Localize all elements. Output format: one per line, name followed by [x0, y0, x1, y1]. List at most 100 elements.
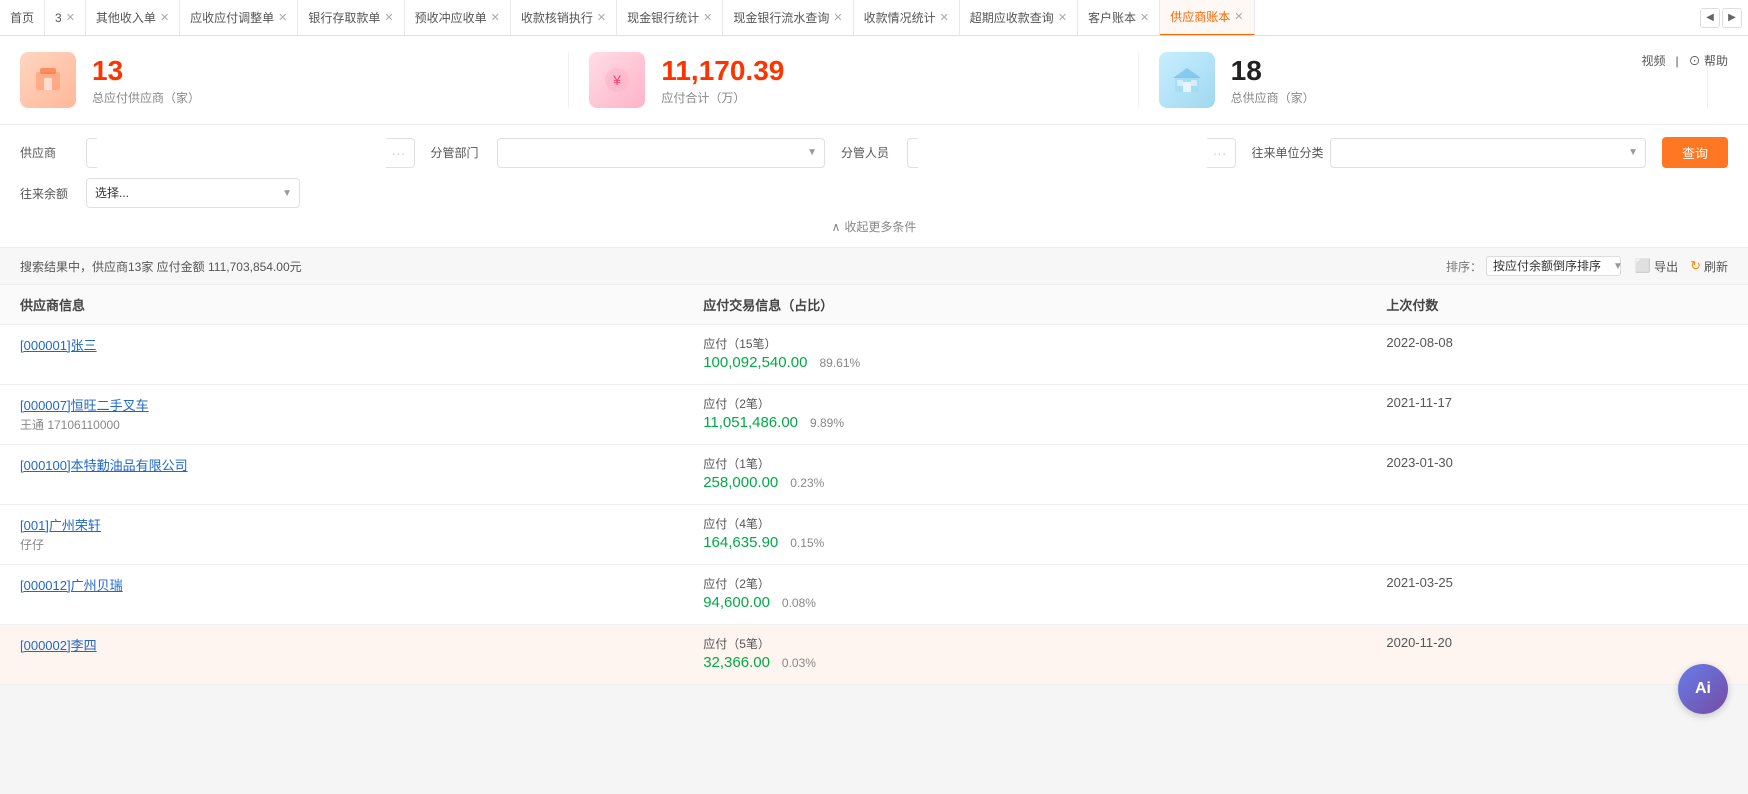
- supplier-name-cell: [000002]李四: [20, 635, 703, 654]
- nav-tab-customer[interactable]: 客户账本 ✕: [1078, 0, 1160, 36]
- collapse-up-icon: ∧: [832, 220, 841, 234]
- video-link[interactable]: 视频: [1642, 52, 1666, 69]
- tx-row: 94,600.00 0.08%: [703, 592, 1386, 611]
- nav-next-arrow[interactable]: ▶: [1722, 8, 1742, 28]
- table-row: [000007]恒旺二手叉车 王通 17106110000 应付（2笔） 11,…: [0, 385, 1748, 445]
- store-icon: [1159, 52, 1215, 108]
- last-pay-cell: 2020-11-20: [1386, 635, 1728, 650]
- help-link[interactable]: ⊙ 帮助: [1689, 52, 1728, 69]
- nav-tab-bank[interactable]: 银行存取款单 ✕: [298, 0, 404, 36]
- filter-row-2: 往来余额 选择... ▼: [20, 178, 1728, 208]
- last-pay-cell: 2021-03-25: [1386, 575, 1728, 590]
- nav-prev-arrow[interactable]: ◀: [1700, 8, 1720, 28]
- table-row: [000001]张三 应付（15笔） 100,092,540.00 89.61%…: [0, 325, 1748, 385]
- nav-tab-label: 现金银行流水查询: [733, 9, 829, 26]
- ai-assistant-button[interactable]: Ai: [1678, 664, 1728, 714]
- nav-tab-label: 其他收入单: [96, 9, 156, 26]
- close-icon[interactable]: ✕: [491, 11, 500, 24]
- supplier-name-cell: [000100]本特勤油品有限公司: [20, 455, 703, 474]
- supplier-input[interactable]: [95, 138, 388, 168]
- tx-percent: 0.03%: [782, 656, 816, 670]
- close-icon[interactable]: ✕: [160, 11, 169, 24]
- nav-tab-label: 首页: [10, 9, 34, 26]
- tx-amount: 11,051,486.00: [703, 414, 798, 431]
- summary-info-suppliers: 13 总应付供应商（家）: [92, 55, 200, 106]
- header-last-pay: 上次付数: [1386, 295, 1728, 314]
- header-tx-info: 应付交易信息（占比）: [703, 295, 1386, 314]
- supplier-link[interactable]: [001]广州荣轩: [20, 518, 101, 533]
- header-supplier-info: 供应商信息: [20, 295, 703, 314]
- nav-tab-cash-bank[interactable]: 现金银行统计 ✕: [617, 0, 723, 36]
- supplier-name-cell: [000012]广州贝瑞: [20, 575, 703, 594]
- supplier-dots-icon[interactable]: ···: [392, 145, 406, 161]
- nav-tab-label: 预收冲应收单: [415, 9, 487, 26]
- nav-tab-home[interactable]: 首页: [0, 0, 45, 36]
- tx-amount: 258,000.00: [703, 474, 778, 491]
- total-suppliers-label: 总供应商（家）: [1231, 89, 1315, 106]
- close-icon[interactable]: ✕: [384, 11, 393, 24]
- nav-tab-label: 银行存取款单: [308, 9, 380, 26]
- supplier-link[interactable]: [000007]恒旺二手叉车: [20, 398, 149, 413]
- dept-filter-label: 分管部门: [431, 144, 491, 161]
- close-icon[interactable]: ✕: [833, 11, 842, 24]
- results-actions: 排序： 按应付余额倒序排序 ▼ ⬜ 导出 ↻ 刷新: [1446, 256, 1728, 276]
- table-row: [000012]广州贝瑞 应付（2笔） 94,600.00 0.08% 2021…: [0, 565, 1748, 625]
- close-icon[interactable]: ✕: [1058, 11, 1067, 24]
- manager-input[interactable]: [916, 138, 1209, 168]
- manager-dots-icon[interactable]: ···: [1213, 145, 1227, 161]
- tx-row: 32,366.00 0.03%: [703, 652, 1386, 671]
- supplier-link[interactable]: [000001]张三: [20, 338, 97, 353]
- supplier-input-wrap: ···: [86, 138, 415, 168]
- manager-input-wrap: ···: [907, 138, 1236, 168]
- supplier-table: 供应商信息 应付交易信息（占比） 上次付数 [000001]张三 应付（15笔）…: [0, 285, 1748, 685]
- svg-text:¥: ¥: [612, 72, 621, 88]
- sort-label: 排序：: [1446, 258, 1482, 275]
- amount-icon: ¥: [589, 52, 645, 108]
- manager-filter-label: 分管人员: [841, 144, 901, 161]
- supplier-link[interactable]: [000100]本特勤油品有限公司: [20, 458, 188, 473]
- unit-type-select-wrap: ▼: [1330, 138, 1646, 168]
- help-icon: ⊙: [1689, 54, 1704, 68]
- supplier-name-cell: [000007]恒旺二手叉车 王通 17106110000: [20, 395, 703, 433]
- nav-arrows: ◀ ▶: [1694, 8, 1748, 28]
- close-icon[interactable]: ✕: [1140, 11, 1149, 24]
- dept-select[interactable]: [497, 138, 826, 168]
- nav-tab-receipt-stat[interactable]: 收款情况统计 ✕: [854, 0, 960, 36]
- nav-tab-3[interactable]: 3 ✕: [45, 0, 86, 36]
- collapse-button[interactable]: ∧ 收起更多条件: [20, 218, 1728, 235]
- nav-tab-ar-ap[interactable]: 应收应付调整单 ✕: [180, 0, 298, 36]
- table-row: [000002]李四 应付（5笔） 32,366.00 0.03% 2020-1…: [0, 625, 1748, 685]
- balance-select-wrap: 选择... ▼: [86, 178, 300, 208]
- sort-select[interactable]: 按应付余额倒序排序: [1486, 256, 1621, 276]
- search-button[interactable]: 查询: [1662, 137, 1728, 168]
- supplier-link[interactable]: [000012]广州贝瑞: [20, 578, 123, 593]
- supplier-link[interactable]: [000002]李四: [20, 638, 97, 653]
- total-suppliers-number: 18: [1231, 55, 1315, 87]
- balance-select[interactable]: 选择...: [86, 178, 300, 208]
- nav-tab-overdue[interactable]: 超期应收款查询 ✕: [960, 0, 1078, 36]
- close-icon[interactable]: ✕: [940, 11, 949, 24]
- nav-tab-label: 客户账本: [1088, 9, 1136, 26]
- close-icon[interactable]: ✕: [278, 11, 287, 24]
- nav-tab-cash-flow[interactable]: 现金银行流水查询 ✕: [723, 0, 853, 36]
- close-icon[interactable]: ✕: [597, 11, 606, 24]
- tx-percent: 0.08%: [782, 596, 816, 610]
- close-icon[interactable]: ✕: [66, 11, 75, 24]
- tx-amount: 164,635.90: [703, 534, 778, 551]
- nav-tab-receipt[interactable]: 收款核销执行 ✕: [511, 0, 617, 36]
- close-icon[interactable]: ✕: [1234, 10, 1243, 23]
- nav-tab-label: 应收应付调整单: [190, 9, 274, 26]
- close-icon[interactable]: ✕: [703, 11, 712, 24]
- export-button[interactable]: ⬜ 导出: [1635, 258, 1678, 275]
- supplier-sub-info: 王通 17106110000: [20, 416, 703, 433]
- supplier-name-cell: [001]广州荣轩 仔仔: [20, 515, 703, 553]
- filter-unit-type: 往来单位分类 ▼: [1252, 138, 1647, 168]
- top-navigation: 首页 3 ✕ 其他收入单 ✕ 应收应付调整单 ✕ 银行存取款单 ✕ 预收冲应收单…: [0, 0, 1748, 36]
- supplier-name-cell: [000001]张三: [20, 335, 703, 354]
- refresh-button[interactable]: ↻ 刷新: [1690, 258, 1728, 275]
- nav-tab-supplier-ledger[interactable]: 供应商账本 ✕: [1160, 0, 1254, 36]
- nav-tab-other-income[interactable]: 其他收入单 ✕: [86, 0, 180, 36]
- unit-type-select[interactable]: [1330, 138, 1646, 168]
- nav-tab-label: 收款核销执行: [521, 9, 593, 26]
- nav-tab-prepay[interactable]: 预收冲应收单 ✕: [405, 0, 511, 36]
